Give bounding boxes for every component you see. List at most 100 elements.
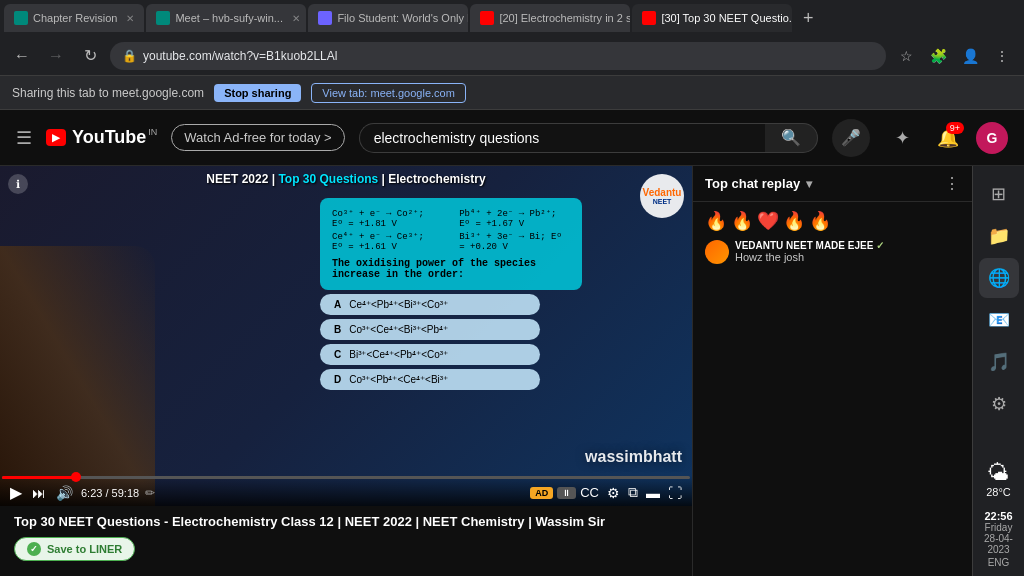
tab-favicon bbox=[480, 11, 494, 25]
youtube-logo-text: YouTube bbox=[72, 127, 146, 148]
search-input[interactable] bbox=[359, 123, 765, 153]
question-text: The oxidising power of the species incre… bbox=[332, 258, 570, 280]
emoji-4: 🔥 bbox=[783, 210, 805, 232]
extensions-icon[interactable]: 🧩 bbox=[924, 42, 952, 70]
question-title: NEET 2022 | Top 30 Questions | Electroch… bbox=[0, 166, 692, 192]
reaction3: Pb⁴⁺ + 2e⁻ → Pb²⁺; Eº = +1.67 V bbox=[459, 208, 570, 229]
chat-message: VEDANTU NEET MADE EJEE ✓ Howz the josh bbox=[705, 240, 960, 264]
chat-options-button[interactable]: ⋮ bbox=[944, 174, 960, 193]
vedantu-logo: Vedantu bbox=[643, 187, 682, 198]
play-button[interactable]: ▶ bbox=[8, 481, 24, 504]
video-player[interactable]: NEET 2022 | Top 30 Questions | Electroch… bbox=[0, 166, 692, 506]
notifications-button[interactable]: 🔔 9+ bbox=[930, 120, 966, 156]
tab-label: Filo Student: World's Only Li... bbox=[337, 12, 468, 24]
search-button[interactable]: 🔍 bbox=[765, 123, 818, 153]
tab-meet[interactable]: Meet – hvb-sufy-win... ✕ bbox=[146, 4, 306, 32]
sharing-bar: Sharing this tab to meet.google.com Stop… bbox=[0, 76, 1024, 110]
option-c-letter: C bbox=[334, 349, 341, 360]
miniplayer-button[interactable]: ⧉ bbox=[626, 482, 640, 503]
settings-button[interactable]: ⚙ bbox=[605, 483, 622, 503]
tab-label: [20] Electrochemistry in 2 sho... bbox=[499, 12, 630, 24]
question-box: Co³⁺ + e⁻ → Co²⁺; Eº = +1.81 V Ce⁴⁺ + e⁻… bbox=[160, 194, 642, 394]
next-button[interactable]: ⏭ bbox=[30, 483, 48, 503]
edit-icon[interactable]: ✏ bbox=[145, 486, 155, 500]
save-to-liner-button[interactable]: ✓ Save to LINER bbox=[14, 537, 135, 561]
browser-chrome: Chapter Revision ✕ Meet – hvb-sufy-win..… bbox=[0, 0, 1024, 110]
video-section: NEET 2022 | Top 30 Questions | Electroch… bbox=[0, 166, 692, 576]
profile-icon[interactable]: 👤 bbox=[956, 42, 984, 70]
tab-bar: Chapter Revision ✕ Meet – hvb-sufy-win..… bbox=[0, 0, 1024, 36]
question-overlay: NEET 2022 | Top 30 Questions | Electroch… bbox=[0, 166, 692, 506]
menu-hamburger-icon[interactable]: ☰ bbox=[16, 127, 32, 149]
controls-row: ▶ ⏭ 🔊 6:23 / 59:18 ✏ AD ⏸ bbox=[0, 479, 692, 506]
chat-section: Top chat replay ▾ ⋮ 🔥 🔥 ❤️ 🔥 🔥 bbox=[692, 166, 972, 576]
address-bar: ← → ↻ 🔒 youtube.com/watch?v=B1kuob2LLAl … bbox=[0, 36, 1024, 76]
new-tab-button[interactable]: + bbox=[794, 4, 822, 32]
view-tab-button[interactable]: View tab: meet.google.com bbox=[311, 83, 465, 103]
tab-close-btn[interactable]: ✕ bbox=[292, 13, 300, 24]
weather-icon: 🌤 bbox=[987, 460, 1009, 486]
tab-filo[interactable]: Filo Student: World's Only Li... ✕ bbox=[308, 4, 468, 32]
chat-title-button[interactable]: Top chat replay ▾ bbox=[705, 176, 812, 191]
url-text: youtube.com/watch?v=B1kuob2LLAl bbox=[143, 49, 337, 63]
sidebar-mail-icon[interactable]: 📧 bbox=[979, 300, 1019, 340]
search-bar: 🔍 bbox=[359, 123, 818, 153]
sidebar-settings-icon[interactable]: ⚙ bbox=[979, 384, 1019, 424]
reaction4: Bi³⁺ + 3e⁻ → Bi; Eº = +0.20 V bbox=[459, 231, 570, 252]
chat-message-content: VEDANTU NEET MADE EJEE ✓ Howz the josh bbox=[735, 240, 884, 263]
bookmark-icon[interactable]: ☆ bbox=[892, 42, 920, 70]
volume-button[interactable]: 🔊 bbox=[54, 483, 75, 503]
option-c-text: Bi³⁺<Ce⁴⁺<Pb⁴⁺<Co³⁺ bbox=[349, 349, 448, 360]
captions-icon[interactable]: CC bbox=[580, 485, 599, 500]
tab-electrochemistry[interactable]: [20] Electrochemistry in 2 sho... ✕ bbox=[470, 4, 630, 32]
sidebar-files-icon[interactable]: 📁 bbox=[979, 216, 1019, 256]
option-d[interactable]: D Co³⁺<Pb⁴⁺<Ce⁴⁺<Bi³⁺ bbox=[320, 369, 540, 390]
youtube-logo[interactable]: ▶ YouTube IN bbox=[46, 127, 157, 148]
sharing-text: Sharing this tab to meet.google.com bbox=[12, 86, 204, 100]
ad-badges: AD ⏸ CC bbox=[530, 485, 599, 500]
pause-badge: ⏸ bbox=[557, 487, 576, 499]
option-a-letter: A bbox=[334, 299, 341, 310]
sidebar-apps-icon[interactable]: ⊞ bbox=[979, 174, 1019, 214]
account-avatar[interactable]: G bbox=[976, 122, 1008, 154]
header-right: ✦ 🔔 9+ G bbox=[884, 120, 1008, 156]
tab-top30-neet[interactable]: [30] Top 30 NEET Questio... ✕ bbox=[632, 4, 792, 32]
fullscreen-button[interactable]: ⛶ bbox=[666, 483, 684, 503]
option-c[interactable]: C Bi³⁺<Ce⁴⁺<Pb⁴⁺<Co³⁺ bbox=[320, 344, 540, 365]
create-video-button[interactable]: ✦ bbox=[884, 120, 920, 156]
chat-chevron-icon: ▾ bbox=[806, 177, 812, 191]
temperature-display: 28°C bbox=[986, 486, 1011, 498]
tab-chapter-revision[interactable]: Chapter Revision ✕ bbox=[4, 4, 144, 32]
sidebar-music-icon[interactable]: 🎵 bbox=[979, 342, 1019, 382]
lang-text: ENG bbox=[988, 557, 1010, 568]
tab-label: Chapter Revision bbox=[33, 12, 117, 24]
info-button[interactable]: ℹ bbox=[8, 174, 28, 194]
watch-ad-button[interactable]: Watch Ad-free for today > bbox=[171, 124, 344, 151]
reaction1: Co³⁺ + e⁻ → Co²⁺; Eº = +1.81 V bbox=[332, 208, 439, 229]
forward-button[interactable]: → bbox=[42, 42, 70, 70]
right-sidebar: ⊞ 📁 🌐 📧 🎵 ⚙ 🌤 28°C 22:56 Friday 28-04-20… bbox=[972, 166, 1024, 576]
youtube-country-badge: IN bbox=[148, 127, 157, 137]
menu-icon[interactable]: ⋮ bbox=[988, 42, 1016, 70]
chat-message-text: Howz the josh bbox=[735, 251, 884, 263]
tab-favicon bbox=[318, 11, 332, 25]
teacher-area bbox=[0, 246, 155, 506]
option-b[interactable]: B Co³⁺<Ce⁴⁺<Bi³⁺<Pb⁴⁺ bbox=[320, 319, 540, 340]
youtube-header: ☰ ▶ YouTube IN Watch Ad-free for today >… bbox=[0, 110, 1024, 166]
theater-button[interactable]: ▬ bbox=[644, 483, 662, 503]
voice-search-button[interactable]: 🎤 bbox=[832, 119, 870, 157]
day-text: Friday bbox=[985, 522, 1013, 533]
reload-button[interactable]: ↻ bbox=[76, 42, 104, 70]
reaction2: Ce⁴⁺ + e⁻ → Ce³⁺; Eº = +1.61 V bbox=[332, 231, 439, 252]
emoji-2: 🔥 bbox=[731, 210, 753, 232]
stop-sharing-button[interactable]: Stop sharing bbox=[214, 84, 301, 102]
option-a[interactable]: A Ce⁴⁺<Pb⁴⁺<Bi³⁺<Co³⁺ bbox=[320, 294, 540, 315]
back-button[interactable]: ← bbox=[8, 42, 36, 70]
url-input[interactable]: 🔒 youtube.com/watch?v=B1kuob2LLAl bbox=[110, 42, 886, 70]
tab-close-btn[interactable]: ✕ bbox=[126, 13, 134, 24]
youtube-main: NEET 2022 | Top 30 Questions | Electroch… bbox=[0, 166, 1024, 576]
time-text: 22:56 bbox=[984, 510, 1012, 522]
video-info: Top 30 NEET Questions - Electrochemistry… bbox=[0, 506, 692, 569]
video-thumbnail: NEET 2022 | Top 30 Questions | Electroch… bbox=[0, 166, 692, 506]
sidebar-browser-icon[interactable]: 🌐 bbox=[979, 258, 1019, 298]
